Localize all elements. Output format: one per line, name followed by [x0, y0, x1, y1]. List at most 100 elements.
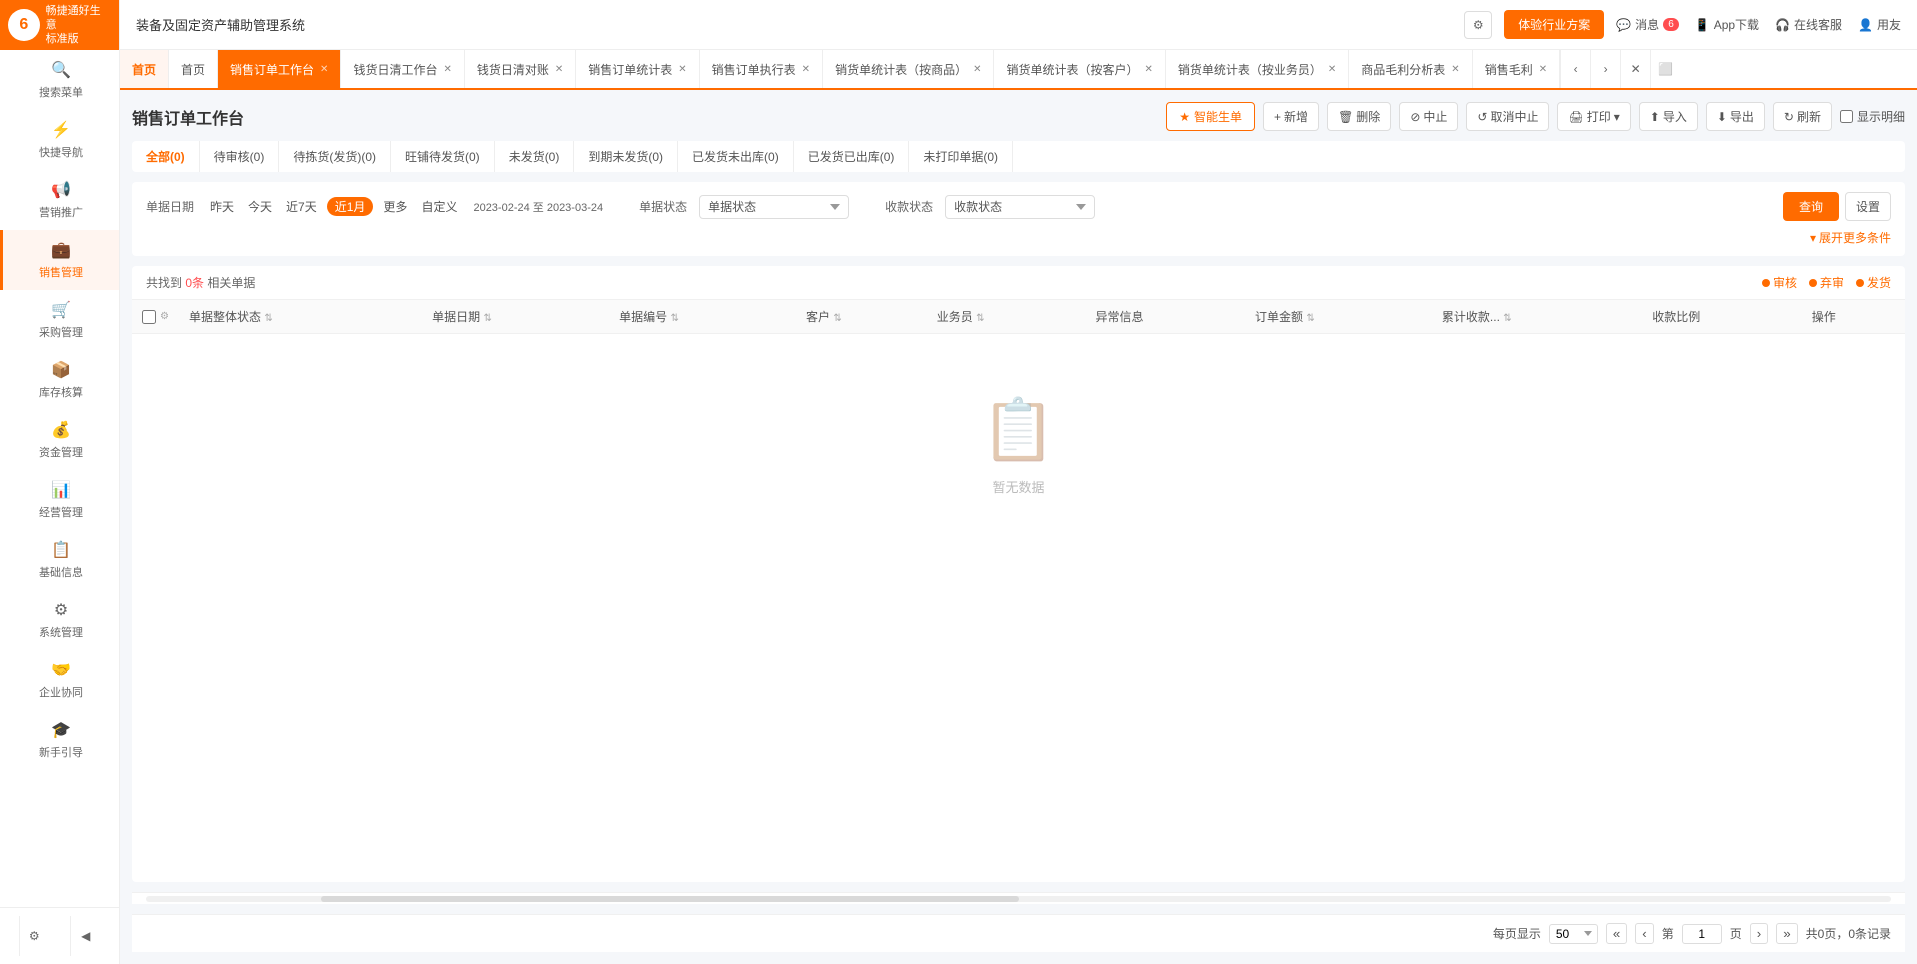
col-order-no[interactable]: 单据编号 ⇅: [609, 300, 796, 334]
tab-close-3[interactable]: ✕: [555, 64, 563, 75]
filter-settings-btn[interactable]: 设置: [1845, 192, 1891, 221]
tab-0[interactable]: 首页: [169, 50, 218, 89]
settings-icon[interactable]: ⚙: [19, 916, 49, 956]
tab-close-7[interactable]: ✕: [1144, 64, 1152, 75]
print-btn[interactable]: 🖨 打印 ▾: [1557, 102, 1630, 131]
date-option-近1月[interactable]: 近1月: [327, 197, 374, 216]
tab-close-2[interactable]: ✕: [443, 64, 451, 75]
sidebar-item-6[interactable]: 💰资金管理: [0, 410, 119, 470]
tab-2[interactable]: 钱货日清工作台✕: [341, 50, 464, 89]
tab-10[interactable]: 销售毛利✕: [1473, 50, 1560, 89]
payment-select[interactable]: 收款状态: [945, 195, 1095, 219]
sidebar-item-8[interactable]: 📋基础信息: [0, 530, 119, 590]
first-page-btn[interactable]: «: [1606, 923, 1627, 944]
import-btn[interactable]: ⬆ 导入: [1639, 102, 1698, 131]
tab-8[interactable]: 销货单统计表（按业务员）✕: [1166, 50, 1349, 89]
user-btn[interactable]: 👤 用友: [1858, 16, 1901, 33]
topbar-gear-btn[interactable]: ⚙: [1464, 11, 1492, 39]
sidebar-item-2[interactable]: 📢营销推广: [0, 170, 119, 230]
batch-revoke-btn[interactable]: 弃审: [1809, 274, 1844, 291]
refresh-btn[interactable]: ↻ 刷新: [1773, 102, 1832, 131]
col-salesman[interactable]: 业务员 ⇅: [927, 300, 1086, 334]
col-customer[interactable]: 客户 ⇅: [796, 300, 927, 334]
tab-3[interactable]: 钱货日清对账✕: [465, 50, 576, 89]
add-btn[interactable]: + 新增: [1263, 102, 1319, 131]
per-page-select[interactable]: 10 20 50 100: [1549, 924, 1598, 944]
batch-ship-btn[interactable]: 发货: [1856, 274, 1891, 291]
sidebar-item-7[interactable]: 📊经营管理: [0, 470, 119, 530]
date-option-更多[interactable]: 更多: [379, 196, 411, 217]
maximize-btn[interactable]: ⬜: [1650, 50, 1680, 89]
date-option-近7天[interactable]: 近7天: [282, 196, 321, 217]
empty-text: 暂无数据: [992, 477, 1044, 496]
page-input[interactable]: 1: [1682, 924, 1722, 944]
last-page-btn[interactable]: »: [1776, 923, 1797, 944]
sidebar-item-9[interactable]: ⚙系统管理: [0, 590, 119, 650]
online-service-btn[interactable]: 🎧 在线客服: [1775, 16, 1842, 33]
cancel-suspend-btn[interactable]: ↺ 取消中止: [1466, 102, 1549, 131]
scrollbar-track[interactable]: [146, 896, 1891, 902]
subtab-0[interactable]: 全部(0): [132, 141, 200, 172]
prev-page-btn[interactable]: ‹: [1635, 923, 1653, 944]
tab-close-10[interactable]: ✕: [1539, 64, 1547, 75]
tab-close-5[interactable]: ✕: [802, 64, 810, 75]
scroll-left-btn[interactable]: ‹: [1560, 50, 1590, 89]
tab-bar: 首页 首页销售订单工作台✕钱货日清工作台✕钱货日清对账✕销售订单统计表✕销售订单…: [120, 50, 1917, 90]
tab-close-1[interactable]: ✕: [320, 64, 328, 75]
col-order-date[interactable]: 单据日期 ⇅: [422, 300, 609, 334]
tab-7[interactable]: 销货单统计表（按客户）✕: [994, 50, 1165, 89]
show-detail-toggle[interactable]: 显示明细: [1840, 108, 1905, 125]
message-btn[interactable]: 💬 消息 6: [1616, 16, 1679, 33]
batch-audit-btn[interactable]: 审核: [1762, 274, 1797, 291]
sidebar-item-1[interactable]: ⚡快捷导航: [0, 110, 119, 170]
date-option-今天[interactable]: 今天: [244, 196, 276, 217]
expand-filter-btn[interactable]: ▾ 展开更多条件: [1810, 229, 1891, 246]
select-all-checkbox[interactable]: [142, 310, 156, 324]
subtab-8[interactable]: 未打印单据(0): [909, 141, 1013, 172]
subtab-7[interactable]: 已发货已出库(0): [794, 141, 910, 172]
suspend-btn[interactable]: ⊘ 中止: [1399, 102, 1458, 131]
tab-1[interactable]: 销售订单工作台✕: [218, 50, 341, 89]
tab-9[interactable]: 商品毛利分析表✕: [1349, 50, 1472, 89]
sidebar-item-3[interactable]: 💼销售管理: [0, 230, 119, 290]
subtab-3[interactable]: 旺铺待发货(0): [391, 141, 495, 172]
tab-close-9[interactable]: ✕: [1451, 64, 1459, 75]
smart-order-btn[interactable]: ★ 智能生单: [1166, 102, 1255, 131]
sidebar-item-10[interactable]: 🤝企业协同: [0, 650, 119, 710]
detail-checkbox[interactable]: [1840, 110, 1853, 123]
date-options: 昨天今天近7天近1月更多自定义: [206, 196, 461, 217]
date-option-昨天[interactable]: 昨天: [206, 196, 238, 217]
tab-5[interactable]: 销售订单执行表✕: [700, 50, 823, 89]
sidebar-item-4[interactable]: 🛒采购管理: [0, 290, 119, 350]
subtab-5[interactable]: 到期未发货(0): [574, 141, 678, 172]
query-btn[interactable]: 查询: [1783, 192, 1839, 221]
delete-btn[interactable]: 🗑 删除: [1327, 102, 1391, 131]
subtab-6[interactable]: 已发货未出库(0): [678, 141, 794, 172]
horizontal-scrollbar[interactable]: [132, 892, 1905, 904]
export-btn[interactable]: ⬇ 导出: [1706, 102, 1765, 131]
tab-4[interactable]: 销售订单统计表✕: [576, 50, 699, 89]
subtab-4[interactable]: 未发货(0): [495, 141, 575, 172]
next-page-btn[interactable]: ›: [1750, 923, 1768, 944]
scrollbar-thumb[interactable]: [321, 896, 1019, 902]
date-option-自定义[interactable]: 自定义: [417, 196, 461, 217]
tab-close-8[interactable]: ✕: [1328, 64, 1336, 75]
sidebar-item-5[interactable]: 📦库存核算: [0, 350, 119, 410]
tab-close-4[interactable]: ✕: [678, 64, 686, 75]
tab-close-6[interactable]: ✕: [973, 64, 981, 75]
status-select[interactable]: 单据状态: [699, 195, 849, 219]
col-amount[interactable]: 订单金额 ⇅: [1245, 300, 1432, 334]
tab-home[interactable]: 首页: [120, 50, 169, 89]
close-all-btn[interactable]: ✕: [1620, 50, 1650, 89]
col-cumulative[interactable]: 累计收款... ⇅: [1432, 300, 1642, 334]
subtab-1[interactable]: 待审核(0): [200, 141, 280, 172]
sidebar-item-11[interactable]: 🎓新手引导: [0, 710, 119, 770]
subtab-2[interactable]: 待拣货(发货)(0): [279, 141, 391, 172]
config-icon[interactable]: ⚙: [160, 311, 169, 322]
collapse-sidebar-btn[interactable]: ◀: [70, 916, 100, 956]
scroll-right-btn[interactable]: ›: [1590, 50, 1620, 89]
industry-solution-btn[interactable]: 体验行业方案: [1504, 10, 1604, 39]
tab-6[interactable]: 销货单统计表（按商品）✕: [823, 50, 994, 89]
app-download-btn[interactable]: 📱 App下载: [1695, 16, 1759, 33]
sidebar-item-0[interactable]: 🔍搜索菜单: [0, 50, 119, 110]
